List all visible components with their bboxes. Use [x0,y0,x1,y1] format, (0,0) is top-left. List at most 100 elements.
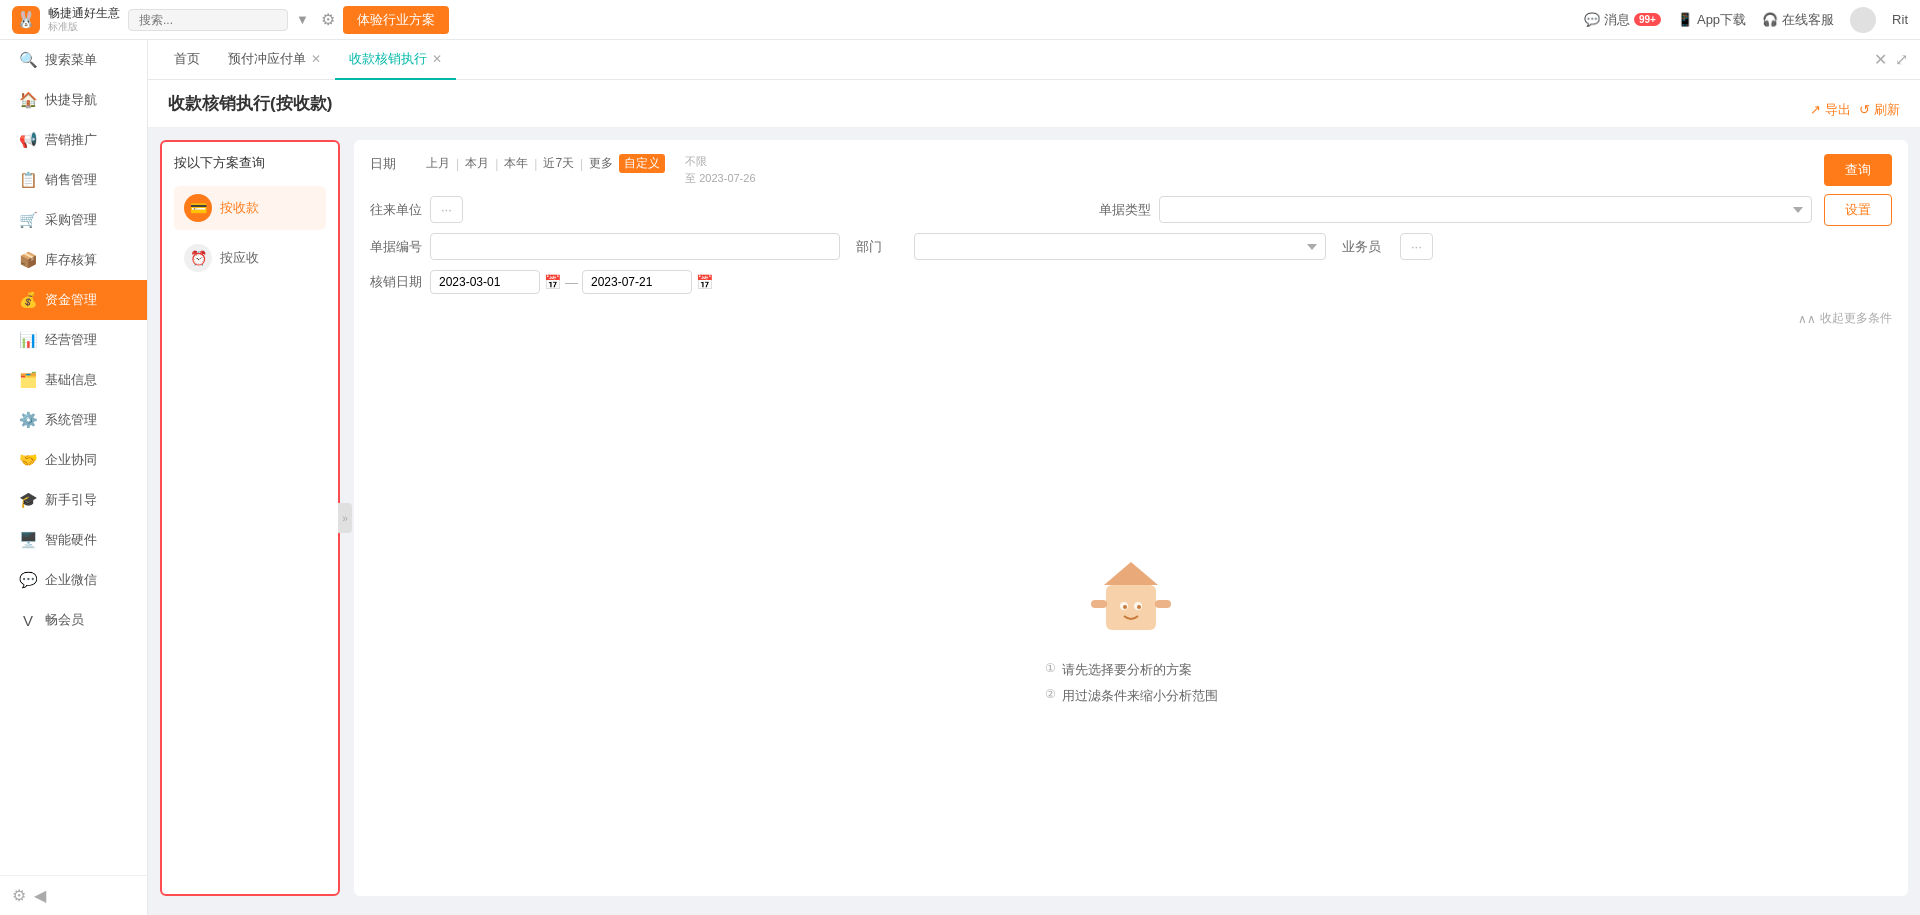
inventory-icon: 📦 [19,251,37,269]
bill-type-label: 单据类型 [1099,201,1151,219]
tabbar-actions: ✕ ⤢ [1874,50,1908,69]
app-download-label: App下载 [1697,11,1746,29]
bill-no-input[interactable] [430,233,840,260]
sidebar-label-inventory: 库存核算 [45,251,97,269]
sidebar-item-finance[interactable]: 💰 资金管理 [0,280,147,320]
date-more[interactable]: 更多 [589,155,613,172]
department-select[interactable] [914,233,1326,260]
app-logo: 🐰 [12,6,40,34]
counterpart-group: 往来单位 ··· [370,196,1083,223]
bill-type-group: 单据类型 [1099,196,1812,223]
tab-home[interactable]: 首页 [160,40,214,80]
collapse-bar: ∧∧ 收起更多条件 [370,310,1892,327]
export-label: 导出 [1825,101,1851,119]
basic-info-icon: 🗂️ [19,371,37,389]
sidebar-item-hardware[interactable]: 🖥️ 智能硬件 [0,520,147,560]
verify-date-start[interactable] [430,270,540,294]
verify-date-label: 核销日期 [370,273,422,291]
tab-expand-btn[interactable]: ⤢ [1895,50,1908,69]
customer-service-btn[interactable]: 🎧 在线客服 [1762,11,1834,29]
sidebar-item-inventory[interactable]: 📦 库存核算 [0,240,147,280]
date-custom[interactable]: 自定义 [619,154,665,173]
sidebar-label-search: 搜索菜单 [45,51,97,69]
sidebar-item-marketing[interactable]: 📢 营销推广 [0,120,147,160]
sidebar-item-quick-nav[interactable]: 🏠 快捷导航 [0,80,147,120]
sidebar-item-operation[interactable]: 📊 经营管理 [0,320,147,360]
query-btn[interactable]: 查询 [1824,154,1892,186]
industry-btn[interactable]: 体验行业方案 [343,6,449,34]
filter-by-receivable[interactable]: ⏰ 按应收 [174,236,326,280]
message-btn[interactable]: 💬 消息 99+ [1584,11,1661,29]
app-edition: 标准版 [48,21,120,33]
sidebar-item-purchase[interactable]: 🛒 采购管理 [0,200,147,240]
app-download-btn[interactable]: 📱 App下载 [1677,11,1746,29]
collapse-sidebar-icon[interactable]: ◀ [34,886,46,905]
export-btn[interactable]: ↗ 导出 [1810,101,1851,119]
tabbar: 首页 预付冲应付单 ✕ 收款核销执行 ✕ ✕ ⤢ [148,40,1920,80]
refresh-btn[interactable]: ↺ 刷新 [1859,101,1900,119]
operation-icon: 📊 [19,331,37,349]
sidebar-label-member: 畅会员 [45,611,84,629]
page-header: 收款核销执行(按收款) ↗ 导出 ↺ 刷新 [148,80,1920,128]
salesperson-btn[interactable]: ··· [1400,233,1433,260]
tab-prepay-label: 预付冲应付单 [228,50,306,68]
svg-rect-7 [1155,600,1171,608]
verify-end-cal-icon[interactable]: 📅 [696,274,713,290]
empty-state: ① 请先选择要分析的方案 ② 用过滤条件来缩小分析范围 [370,327,1892,882]
sidebar-item-system[interactable]: ⚙️ 系统管理 [0,400,147,440]
filter-receipt-label: 按收款 [220,199,259,217]
date-7days[interactable]: 近7天 [543,155,574,172]
service-icon: 🎧 [1762,12,1778,27]
filter-collapse-btn[interactable]: » [338,503,352,533]
settings-btn[interactable]: 设置 [1824,194,1892,226]
svg-rect-6 [1091,600,1107,608]
sidebar: 🔍 搜索菜单 🏠 快捷导航 📢 营销推广 📋 销售管理 🛒 采购管理 📦 库存核… [0,40,148,915]
svg-point-4 [1123,605,1127,609]
svg-point-5 [1137,605,1141,609]
tab-prepay[interactable]: 预付冲应付单 ✕ [214,40,335,80]
sidebar-item-guide[interactable]: 🎓 新手引导 [0,480,147,520]
sidebar-item-wechat[interactable]: 💬 企业微信 [0,560,147,600]
purchase-icon: 🛒 [19,211,37,229]
settings-bottom-icon[interactable]: ⚙ [12,886,26,905]
tab-prepay-close[interactable]: ✕ [311,52,321,66]
guide-icon: 🎓 [19,491,37,509]
filter-receivable-label: 按应收 [220,249,259,267]
sidebar-item-member[interactable]: V 畅会员 [0,600,147,640]
tab-receivable[interactable]: 收款核销执行 ✕ [335,40,456,80]
topbar: 🐰 畅捷通好生意 标准版 ▼ ⚙ 体验行业方案 💬 消息 99+ 📱 App下载… [0,0,1920,40]
sidebar-item-enterprise[interactable]: 🤝 企业协同 [0,440,147,480]
verify-start-cal-icon[interactable]: 📅 [544,274,561,290]
date-this-year[interactable]: 本年 [504,155,528,172]
avatar[interactable] [1850,7,1876,33]
tab-close-all-btn[interactable]: ✕ [1874,50,1887,69]
sidebar-label-hardware: 智能硬件 [45,531,97,549]
date-last-month[interactable]: 上月 [426,155,450,172]
tab-receivable-close[interactable]: ✕ [432,52,442,66]
topbar-right: 💬 消息 99+ 📱 App下载 🎧 在线客服 Rit [1584,7,1908,33]
date-filter: 上月 | 本月 | 本年 | 近7天 | 更多 [426,154,665,173]
filter-panel: 按以下方案查询 💳 按收款 ⏰ 按应收 » [160,140,340,896]
empty-hint-2-text: 用过滤条件来缩小分析范围 [1062,687,1218,705]
sidebar-item-basic-info[interactable]: 🗂️ 基础信息 [0,360,147,400]
dropdown-icon[interactable]: ▼ [296,12,309,27]
date-this-month[interactable]: 本月 [465,155,489,172]
home-icon: 🏠 [19,91,37,109]
filter-by-receipt[interactable]: 💳 按收款 [174,186,326,230]
sidebar-label-system: 系统管理 [45,411,97,429]
sidebar-item-sales[interactable]: 📋 销售管理 [0,160,147,200]
enterprise-icon: 🤝 [19,451,37,469]
collapse-more-btn[interactable]: ∧∧ 收起更多条件 [1798,310,1892,327]
counterpart-btn[interactable]: ··· [430,196,463,223]
sidebar-label-finance: 资金管理 [45,291,97,309]
member-icon: V [19,612,37,629]
verify-date-end[interactable] [582,270,692,294]
empty-hint-2: ② 用过滤条件来缩小分析范围 [1045,687,1218,705]
message-label: 消息 [1604,11,1630,29]
bill-type-select[interactable] [1159,196,1812,223]
search-input[interactable] [128,9,288,31]
collapse-label: 收起更多条件 [1820,310,1892,327]
gear-icon[interactable]: ⚙ [321,10,335,29]
system-icon: ⚙️ [19,411,37,429]
sidebar-item-search[interactable]: 🔍 搜索菜单 [0,40,147,80]
